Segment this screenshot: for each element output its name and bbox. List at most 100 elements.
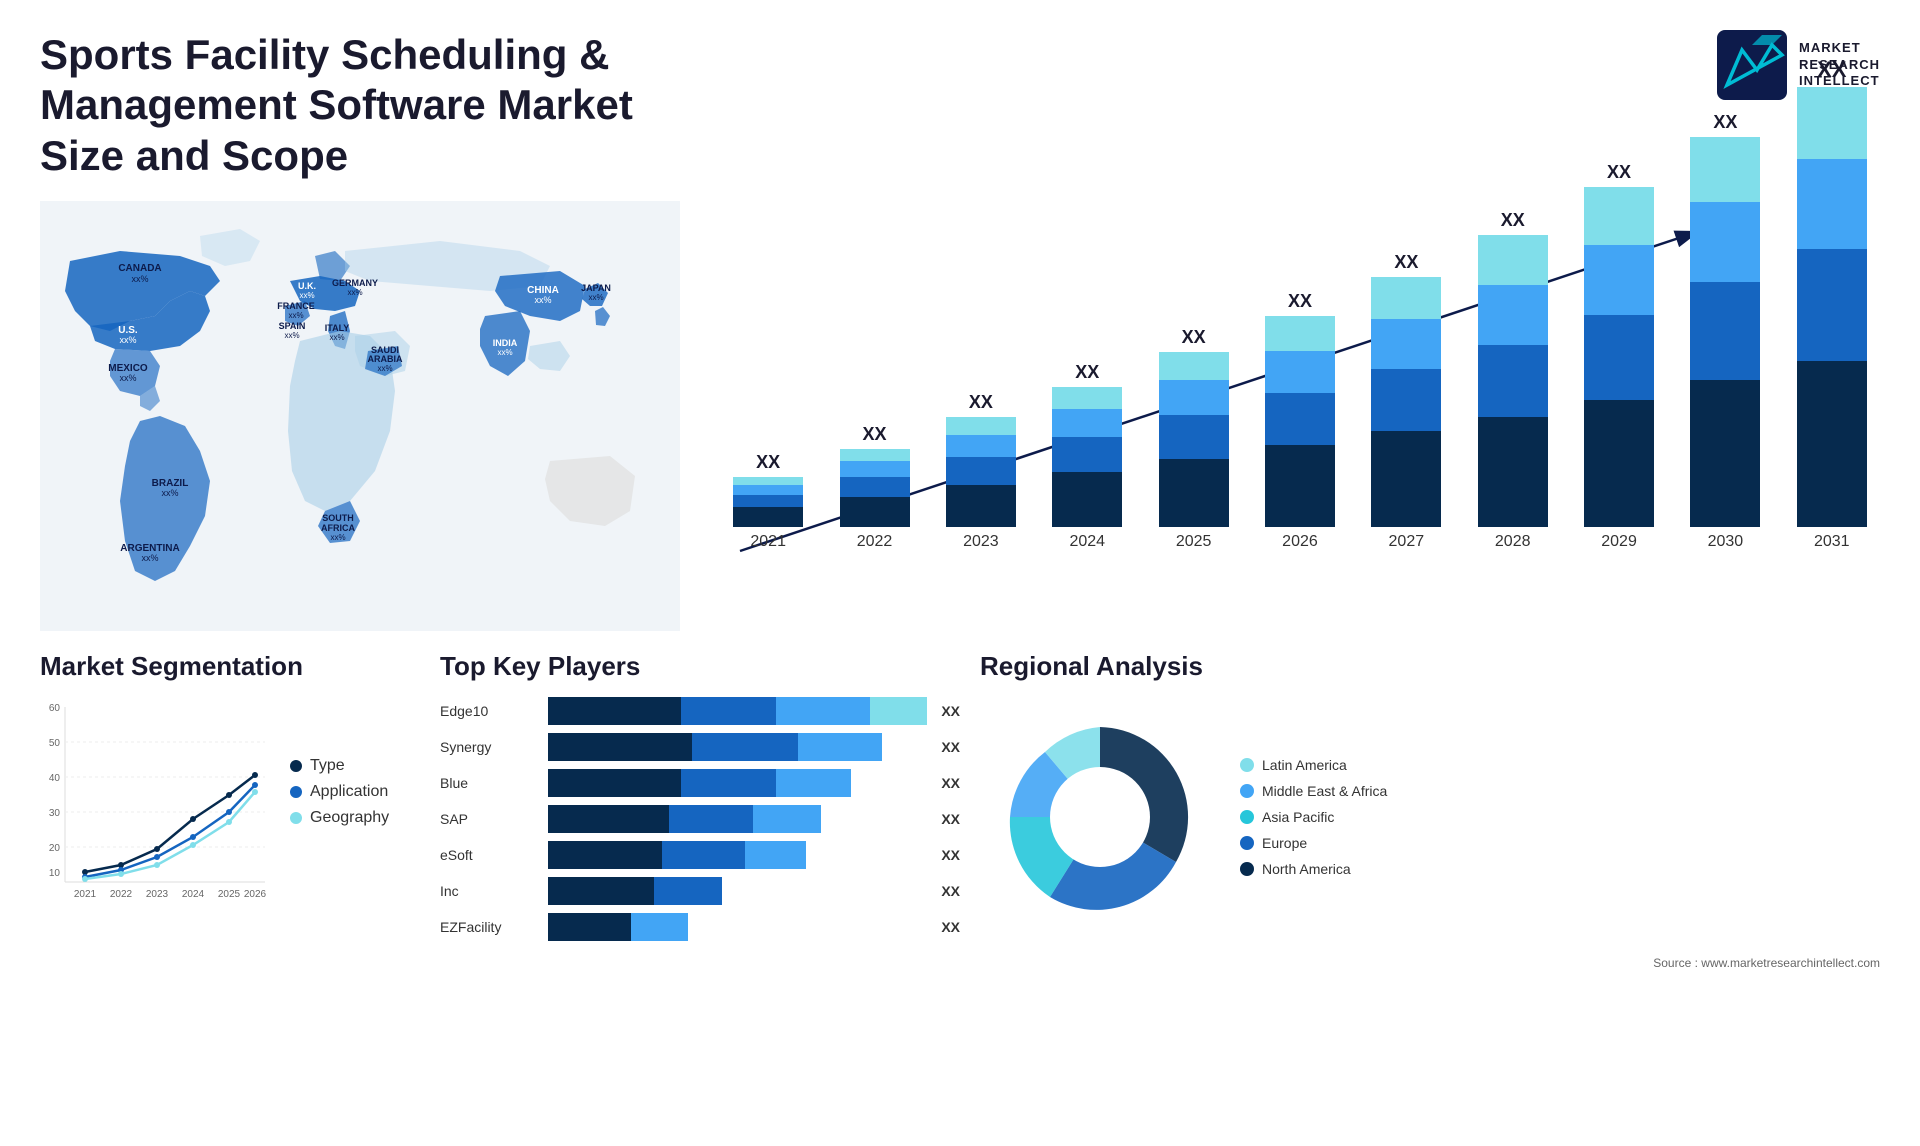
player-value-esoft: XX xyxy=(941,847,960,863)
player-bar-blue xyxy=(548,769,927,797)
bar-2029: XX 2029 xyxy=(1571,162,1667,551)
legend-type-label: Type xyxy=(310,757,345,775)
segmentation-title: Market Segmentation xyxy=(40,651,420,682)
legend-north-america: North America xyxy=(1240,861,1387,877)
svg-text:xx%: xx% xyxy=(377,364,392,373)
svg-text:INDIA: INDIA xyxy=(493,338,518,348)
legend-geography-label: Geography xyxy=(310,809,389,827)
legend-application-dot xyxy=(290,786,302,798)
legend-latin-america: Latin America xyxy=(1240,757,1387,773)
svg-text:FRANCE: FRANCE xyxy=(277,301,315,311)
player-edge10: Edge10 XX xyxy=(440,697,960,725)
legend-application: Application xyxy=(290,783,389,801)
svg-text:60: 60 xyxy=(49,703,61,714)
legend-type-dot xyxy=(290,760,302,772)
player-name-blue: Blue xyxy=(440,775,540,791)
logo-icon xyxy=(1717,30,1787,100)
svg-text:AFRICA: AFRICA xyxy=(321,523,355,533)
svg-text:xx%: xx% xyxy=(161,488,178,498)
svg-text:xx%: xx% xyxy=(131,274,148,284)
legend-europe-label: Europe xyxy=(1262,835,1307,851)
bar-2030: XX 2030 xyxy=(1677,112,1773,551)
segmentation-section: Market Segmentation 60 50 40 30 xyxy=(40,651,420,941)
svg-text:U.K.: U.K. xyxy=(298,281,316,291)
svg-text:GERMANY: GERMANY xyxy=(332,278,378,288)
player-name-inc: Inc xyxy=(440,883,540,899)
legend-middle-east-africa: Middle East & Africa xyxy=(1240,783,1387,799)
bar-2028: XX 2028 xyxy=(1465,210,1561,551)
legend-apac-dot xyxy=(1240,810,1254,824)
seg-legend: Type Application Geography xyxy=(290,757,389,922)
players-section: Top Key Players Edge10 XX Synergy xyxy=(440,651,960,941)
svg-text:xx%: xx% xyxy=(588,293,603,302)
player-value-synergy: XX xyxy=(941,739,960,755)
player-bar-esoft xyxy=(548,841,927,869)
player-value-ezfacility: XX xyxy=(941,919,960,935)
world-map-svg: CANADA xx% U.S. xx% MEXICO xx% BRAZIL xx… xyxy=(40,201,680,631)
bar-2027: XX 2027 xyxy=(1358,252,1454,551)
bar-2024: XX 2024 xyxy=(1039,362,1135,551)
svg-text:xx%: xx% xyxy=(284,331,299,340)
legend-mea-dot xyxy=(1240,784,1254,798)
player-blue: Blue XX xyxy=(440,769,960,797)
svg-text:2021: 2021 xyxy=(74,889,97,900)
svg-text:10: 10 xyxy=(49,868,61,879)
regional-legend: Latin America Middle East & Africa Asia … xyxy=(1240,757,1387,877)
player-name-edge10: Edge10 xyxy=(440,703,540,719)
bar-2021: XX 2021 xyxy=(720,452,816,551)
svg-text:xx%: xx% xyxy=(534,295,551,305)
legend-asia-pacific: Asia Pacific xyxy=(1240,809,1387,825)
donut-chart-svg xyxy=(980,697,1220,937)
player-ezfacility: EZFacility XX xyxy=(440,913,960,941)
svg-text:xx%: xx% xyxy=(119,335,136,345)
svg-text:30: 30 xyxy=(49,808,61,819)
svg-text:xx%: xx% xyxy=(288,311,303,320)
player-bar-inc xyxy=(548,877,927,905)
svg-text:xx%: xx% xyxy=(497,348,512,357)
svg-text:ARABIA: ARABIA xyxy=(368,354,403,364)
bottom-content: Market Segmentation 60 50 40 30 xyxy=(0,631,1920,951)
regional-title: Regional Analysis xyxy=(980,651,1880,682)
svg-text:2026: 2026 xyxy=(244,889,267,900)
player-value-edge10: XX xyxy=(941,703,960,719)
legend-mea-label: Middle East & Africa xyxy=(1262,783,1387,799)
regional-section: Regional Analysis xyxy=(980,651,1880,941)
player-bar-sap xyxy=(548,805,927,833)
legend-europe-dot xyxy=(1240,836,1254,850)
legend-latin-america-dot xyxy=(1240,758,1254,772)
title-block: Sports Facility Scheduling & Management … xyxy=(40,30,840,181)
player-name-synergy: Synergy xyxy=(440,739,540,755)
svg-text:xx%: xx% xyxy=(299,291,314,300)
page-title: Sports Facility Scheduling & Management … xyxy=(40,30,840,181)
svg-text:2025: 2025 xyxy=(218,889,241,900)
segmentation-chart-svg: 60 50 40 30 20 10 2021 2022 2023 2024 20… xyxy=(40,697,270,917)
players-title: Top Key Players xyxy=(440,651,960,682)
legend-na-dot xyxy=(1240,862,1254,876)
player-esoft: eSoft XX xyxy=(440,841,960,869)
bar-label-2021: XX xyxy=(756,452,780,473)
player-bar-edge10 xyxy=(548,697,927,725)
svg-text:JAPAN: JAPAN xyxy=(581,283,611,293)
svg-text:2022: 2022 xyxy=(110,889,133,900)
svg-text:2023: 2023 xyxy=(146,889,169,900)
legend-latin-america-label: Latin America xyxy=(1262,757,1347,773)
player-name-ezfacility: EZFacility xyxy=(440,919,540,935)
svg-text:2024: 2024 xyxy=(182,889,205,900)
bar-2025: XX 2025 xyxy=(1145,327,1241,551)
regional-chart: Latin America Middle East & Africa Asia … xyxy=(980,697,1880,937)
bar-2022: XX 2022 xyxy=(826,424,922,551)
player-name-esoft: eSoft xyxy=(440,847,540,863)
svg-text:CANADA: CANADA xyxy=(118,263,161,274)
svg-text:xx%: xx% xyxy=(119,373,136,383)
bar-2026: XX 2026 xyxy=(1252,291,1348,551)
legend-apac-label: Asia Pacific xyxy=(1262,809,1334,825)
bar-2023: XX 2023 xyxy=(933,392,1029,551)
legend-geography-dot xyxy=(290,812,302,824)
legend-north-america-label: North America xyxy=(1262,861,1351,877)
svg-text:SOUTH: SOUTH xyxy=(322,513,354,523)
player-name-sap: SAP xyxy=(440,811,540,827)
svg-text:xx%: xx% xyxy=(330,533,345,542)
player-value-sap: XX xyxy=(941,811,960,827)
bar-2031: XX 2031 xyxy=(1784,57,1880,551)
legend-geography: Geography xyxy=(290,809,389,827)
